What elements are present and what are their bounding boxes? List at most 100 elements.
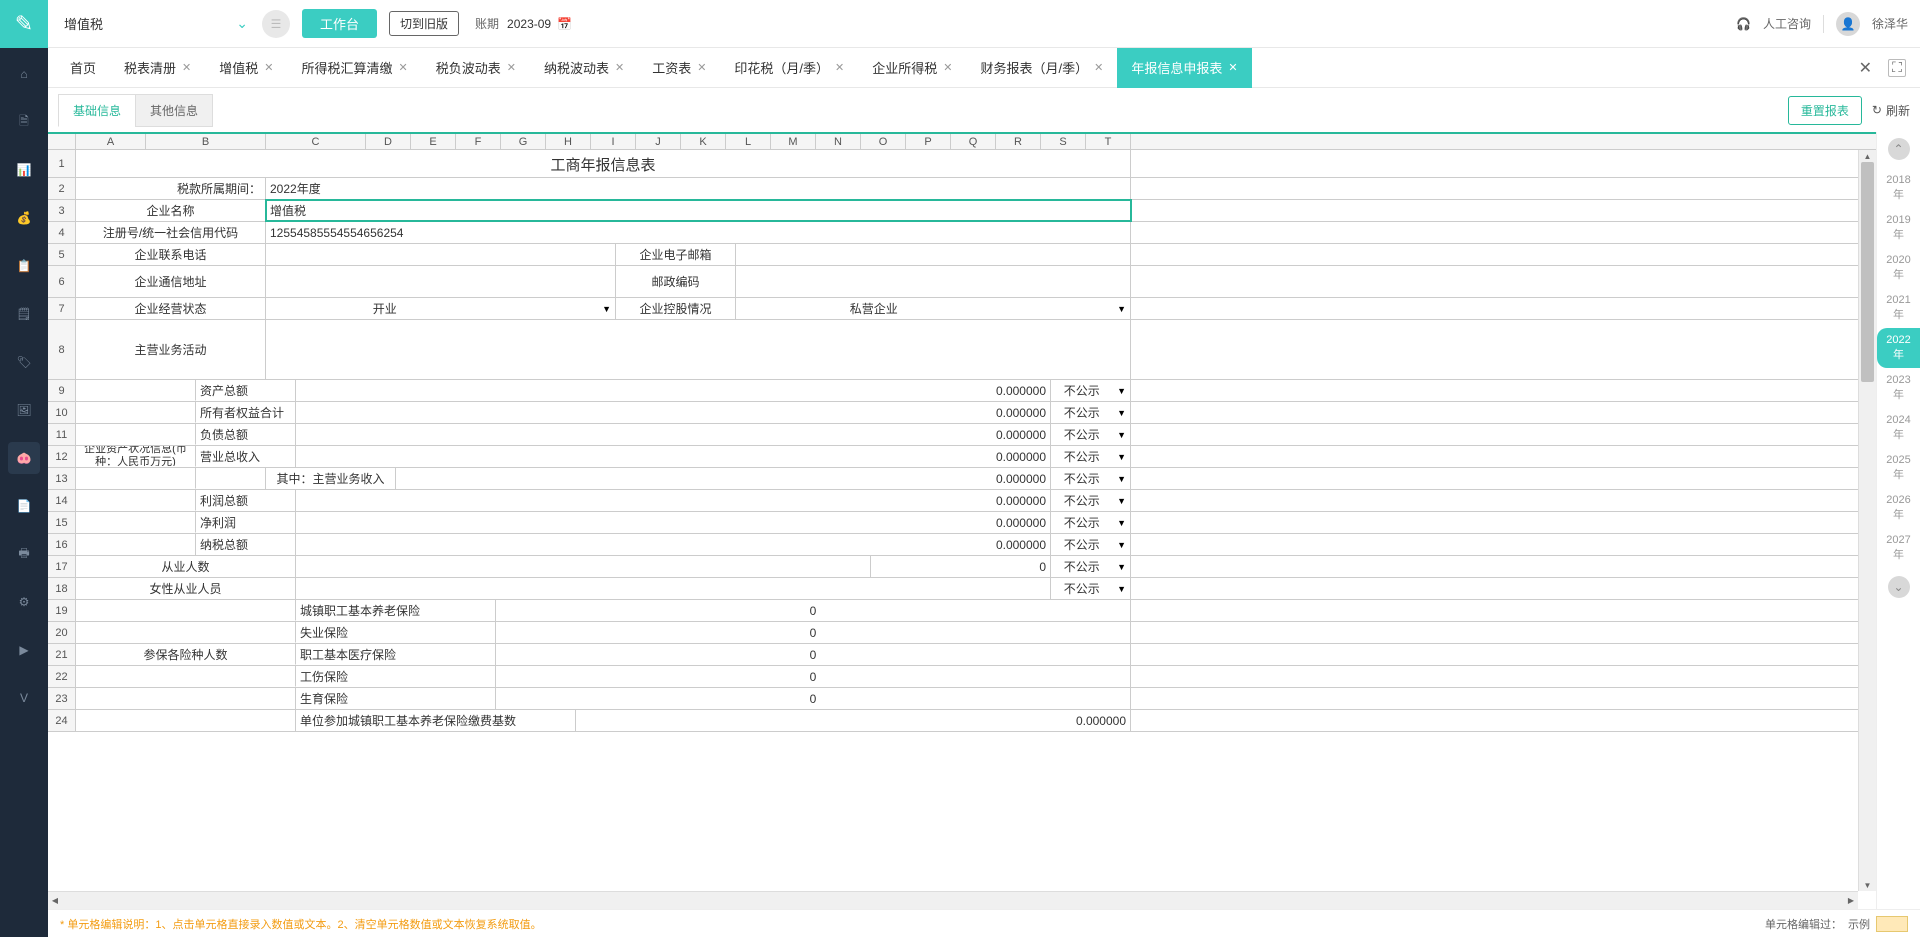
list-button[interactable]: ☰ — [262, 10, 290, 38]
close-icon[interactable]: ✕ — [182, 61, 191, 74]
report-icon[interactable]: 🐽 — [8, 442, 40, 474]
spreadsheet[interactable]: ABCDEFGHIJKLMNOPQRST 1工商年报信息表2税款所属期间：202… — [48, 132, 1876, 909]
col-header[interactable]: D — [366, 134, 411, 149]
row-header[interactable]: 24 — [48, 710, 76, 731]
year-item[interactable]: 2024年 — [1877, 408, 1920, 448]
disclosure-select[interactable]: 不公示▼ — [1051, 468, 1131, 489]
year-item[interactable]: 2022年 — [1877, 328, 1920, 368]
main-tab[interactable]: 企业所得税✕ — [858, 48, 966, 88]
money-icon[interactable]: 💰 — [8, 202, 40, 234]
holding-select[interactable]: 私营企业▼ — [736, 298, 1131, 319]
horizontal-scrollbar[interactable]: ◀ ▶ — [48, 891, 1858, 909]
year-item[interactable]: 2027年 — [1877, 528, 1920, 568]
row-header[interactable]: 15 — [48, 512, 76, 533]
col-header[interactable]: F — [456, 134, 501, 149]
fin-value[interactable]: 0.000000 — [296, 534, 1051, 555]
fullscreen-button[interactable]: ⛶ — [1888, 59, 1906, 77]
refresh-button[interactable]: ↻ 刷新 — [1872, 102, 1910, 119]
year-down-button[interactable]: ⌄ — [1888, 576, 1910, 598]
doc-icon[interactable]: 🗎 — [8, 106, 40, 138]
consult-link[interactable]: 人工咨询 — [1763, 15, 1811, 32]
reset-button[interactable]: 重置报表 — [1788, 96, 1862, 125]
col-header[interactable]: T — [1086, 134, 1131, 149]
disclosure-select[interactable]: 不公示▼ — [1051, 534, 1131, 555]
row-header[interactable]: 3 — [48, 200, 76, 221]
scroll-down-arrow[interactable]: ▼ — [1859, 879, 1876, 891]
main-tab[interactable]: 印花税（月/季）✕ — [720, 48, 858, 88]
main-tab[interactable]: 年报信息申报表✕ — [1117, 48, 1251, 88]
fin-value[interactable]: 0.000000 — [296, 446, 1051, 467]
table-icon[interactable]: 🗒 — [8, 298, 40, 330]
col-header[interactable]: A — [76, 134, 146, 149]
year-item[interactable]: 2021年 — [1877, 288, 1920, 328]
image-icon[interactable]: 🖼 — [8, 394, 40, 426]
home-icon[interactable]: ⌂ — [8, 58, 40, 90]
row-header[interactable]: 9 — [48, 380, 76, 401]
copy-icon[interactable]: 📄 — [8, 490, 40, 522]
close-icon[interactable]: ✕ — [264, 61, 273, 74]
clipboard-icon[interactable]: 📋 — [8, 250, 40, 282]
row-header[interactable]: 19 — [48, 600, 76, 621]
col-header[interactable]: H — [546, 134, 591, 149]
postcode-input[interactable] — [736, 266, 1131, 297]
row-header[interactable]: 4 — [48, 222, 76, 243]
company-name-input[interactable]: 增值税 — [266, 200, 1131, 221]
close-icon[interactable]: ✕ — [1094, 61, 1103, 74]
insurance-value[interactable]: 0 — [496, 600, 1131, 621]
print-icon[interactable]: 🖶 — [8, 538, 40, 570]
year-item[interactable]: 2025年 — [1877, 448, 1920, 488]
disclosure-select[interactable]: 不公示▼ — [1051, 424, 1131, 445]
year-up-button[interactable]: ⌃ — [1888, 138, 1910, 160]
disclosure-select[interactable]: 不公示▼ — [1051, 446, 1131, 467]
insurance-value[interactable]: 0 — [496, 666, 1131, 687]
disclosure-select[interactable]: 不公示▼ — [1051, 556, 1131, 577]
col-header[interactable]: S — [1041, 134, 1086, 149]
col-header[interactable]: C — [266, 134, 366, 149]
fin-value[interactable]: 0.000000 — [296, 512, 1051, 533]
row-header[interactable]: 11 — [48, 424, 76, 445]
vscroll-thumb[interactable] — [1861, 162, 1874, 382]
col-header[interactable]: B — [146, 134, 266, 149]
sub-tab-other[interactable]: 其他信息 — [135, 94, 213, 127]
app-selector[interactable]: 增值税 ⌄ — [56, 14, 256, 33]
v-icon[interactable]: V — [8, 682, 40, 714]
main-tab[interactable]: 工资表✕ — [638, 48, 720, 88]
row-header[interactable]: 1 — [48, 150, 76, 177]
disclosure-select[interactable]: 不公示▼ — [1051, 380, 1131, 401]
gear-icon[interactable]: ⚙ — [8, 586, 40, 618]
col-header[interactable]: E — [411, 134, 456, 149]
row-header[interactable]: 17 — [48, 556, 76, 577]
email-input[interactable] — [736, 244, 1131, 265]
close-icon[interactable]: ✕ — [507, 61, 516, 74]
credit-code-value[interactable]: 12554585554554656254 — [266, 222, 1131, 243]
stats-icon[interactable]: 📊 — [8, 154, 40, 186]
scroll-up-arrow[interactable]: ▲ — [1859, 150, 1876, 162]
col-header[interactable]: O — [861, 134, 906, 149]
switch-old-button[interactable]: 切到旧版 — [389, 11, 459, 36]
insurance-value[interactable]: 0 — [496, 644, 1131, 665]
period-value[interactable]: 2023-09 — [507, 17, 551, 31]
disclosure-select[interactable]: 不公示▼ — [1051, 578, 1131, 599]
calendar-icon[interactable]: 📅 — [557, 17, 572, 31]
main-biz-input[interactable] — [266, 320, 1131, 379]
employees-value[interactable]: 0 — [871, 556, 1051, 577]
main-tab[interactable]: 首页 — [56, 48, 110, 88]
col-header[interactable]: L — [726, 134, 771, 149]
main-tab[interactable]: 税表清册✕ — [110, 48, 205, 88]
year-item[interactable]: 2023年 — [1877, 368, 1920, 408]
disclosure-select[interactable]: 不公示▼ — [1051, 402, 1131, 423]
username[interactable]: 徐泽华 — [1872, 15, 1908, 32]
disclosure-select[interactable]: 不公示▼ — [1051, 490, 1131, 511]
insurance-value[interactable]: 0 — [496, 622, 1131, 643]
year-item[interactable]: 2020年 — [1877, 248, 1920, 288]
avatar[interactable]: 👤 — [1836, 12, 1860, 36]
stamp-icon[interactable]: 🏷 — [8, 346, 40, 378]
col-header[interactable]: G — [501, 134, 546, 149]
row-header[interactable]: 10 — [48, 402, 76, 423]
main-tab[interactable]: 税负波动表✕ — [422, 48, 530, 88]
status-select[interactable]: 开业▼ — [266, 298, 616, 319]
row-header[interactable]: 16 — [48, 534, 76, 555]
pension-base-value[interactable]: 0.000000 — [576, 710, 1131, 731]
row-header[interactable]: 5 — [48, 244, 76, 265]
close-icon[interactable]: ✕ — [1228, 61, 1237, 74]
